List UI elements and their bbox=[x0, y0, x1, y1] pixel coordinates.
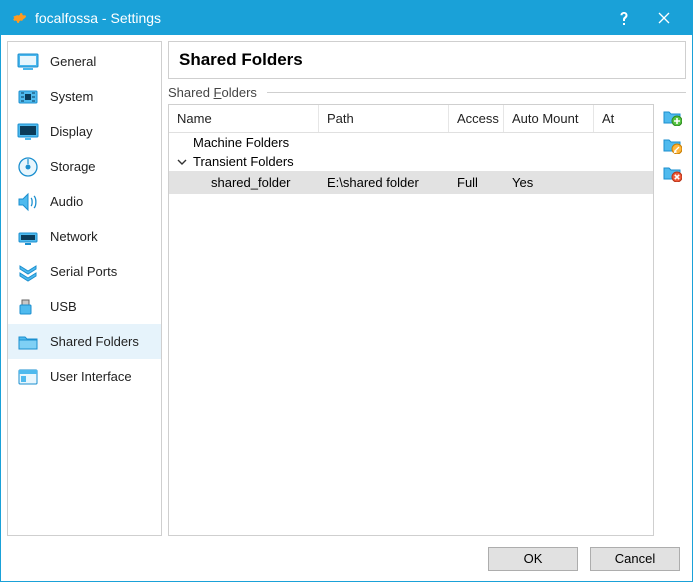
general-icon bbox=[16, 50, 40, 74]
sidebar-item-general[interactable]: General bbox=[8, 44, 161, 79]
sidebar-item-storage[interactable]: Storage bbox=[8, 149, 161, 184]
titlebar: focalfossa - Settings bbox=[1, 1, 692, 35]
chevron-down-icon bbox=[177, 157, 191, 167]
col-name[interactable]: Name bbox=[169, 105, 319, 132]
ok-button[interactable]: OK bbox=[488, 547, 578, 571]
sidebar-item-network[interactable]: Network bbox=[8, 219, 161, 254]
serial-ports-icon bbox=[16, 260, 40, 284]
sidebar-item-serial-ports[interactable]: Serial Ports bbox=[8, 254, 161, 289]
group-separator bbox=[267, 92, 686, 93]
sidebar-item-shared-folders[interactable]: Shared Folders bbox=[8, 324, 161, 359]
dialog-footer: OK Cancel bbox=[1, 536, 692, 581]
table-area: Name Path Access Auto Mount At Machine F… bbox=[168, 104, 686, 536]
page-title: Shared Folders bbox=[179, 50, 675, 70]
group-header: Shared Folders bbox=[168, 85, 686, 100]
shared-folders-group: Shared Folders Name Path Access Auto Mou… bbox=[168, 85, 686, 536]
sidebar-item-usb[interactable]: USB bbox=[8, 289, 161, 324]
sidebar-item-label: Audio bbox=[50, 194, 83, 209]
col-access[interactable]: Access bbox=[449, 105, 504, 132]
edit-share-button[interactable] bbox=[660, 134, 684, 156]
user-interface-icon bbox=[16, 365, 40, 389]
help-button[interactable] bbox=[604, 1, 644, 35]
audio-icon bbox=[16, 190, 40, 214]
cell-at bbox=[594, 171, 634, 194]
col-at[interactable]: At bbox=[594, 105, 634, 132]
remove-share-button[interactable] bbox=[660, 162, 684, 184]
app-icon bbox=[11, 10, 27, 26]
settings-sidebar: General System Display Storage bbox=[7, 41, 162, 536]
cell-auto-mount: Yes bbox=[504, 171, 594, 194]
usb-icon bbox=[16, 295, 40, 319]
table-row[interactable]: shared_folder E:\shared folder Full Yes bbox=[169, 171, 653, 194]
cell-path: E:\shared folder bbox=[319, 171, 449, 194]
cell-access: Full bbox=[449, 171, 504, 194]
window-title: focalfossa - Settings bbox=[35, 10, 604, 26]
page-title-box: Shared Folders bbox=[168, 41, 686, 79]
sidebar-item-label: System bbox=[50, 89, 93, 104]
system-icon bbox=[16, 85, 40, 109]
sidebar-item-label: Storage bbox=[50, 159, 96, 174]
add-share-button[interactable] bbox=[660, 106, 684, 128]
display-icon bbox=[16, 120, 40, 144]
action-column bbox=[660, 104, 686, 536]
settings-window: focalfossa - Settings General System bbox=[0, 0, 693, 582]
sidebar-item-label: USB bbox=[50, 299, 77, 314]
main-panel: Shared Folders Shared Folders Name Path … bbox=[168, 41, 686, 536]
table-header: Name Path Access Auto Mount At bbox=[169, 105, 653, 133]
window-body: General System Display Storage bbox=[1, 35, 692, 536]
sidebar-item-label: Display bbox=[50, 124, 93, 139]
cancel-button[interactable]: Cancel bbox=[590, 547, 680, 571]
sidebar-item-audio[interactable]: Audio bbox=[8, 184, 161, 219]
sidebar-item-label: User Interface bbox=[50, 369, 132, 384]
sidebar-item-label: General bbox=[50, 54, 96, 69]
sidebar-item-system[interactable]: System bbox=[8, 79, 161, 114]
category-label: Machine Folders bbox=[193, 135, 289, 150]
sidebar-item-label: Network bbox=[50, 229, 98, 244]
category-label: Transient Folders bbox=[193, 154, 294, 169]
category-transient-folders[interactable]: Transient Folders bbox=[169, 152, 653, 171]
sidebar-item-label: Serial Ports bbox=[50, 264, 117, 279]
shared-folders-table[interactable]: Name Path Access Auto Mount At Machine F… bbox=[168, 104, 654, 536]
sidebar-item-user-interface[interactable]: User Interface bbox=[8, 359, 161, 394]
col-path[interactable]: Path bbox=[319, 105, 449, 132]
sidebar-item-label: Shared Folders bbox=[50, 334, 139, 349]
cell-name: shared_folder bbox=[169, 171, 319, 194]
sidebar-item-display[interactable]: Display bbox=[8, 114, 161, 149]
shared-folders-icon bbox=[16, 330, 40, 354]
storage-icon bbox=[16, 155, 40, 179]
group-label: Shared Folders bbox=[168, 85, 261, 100]
close-button[interactable] bbox=[644, 1, 684, 35]
category-machine-folders[interactable]: Machine Folders bbox=[169, 133, 653, 152]
table-body: Machine Folders Transient Folders shared… bbox=[169, 133, 653, 535]
network-icon bbox=[16, 225, 40, 249]
col-auto-mount[interactable]: Auto Mount bbox=[504, 105, 594, 132]
